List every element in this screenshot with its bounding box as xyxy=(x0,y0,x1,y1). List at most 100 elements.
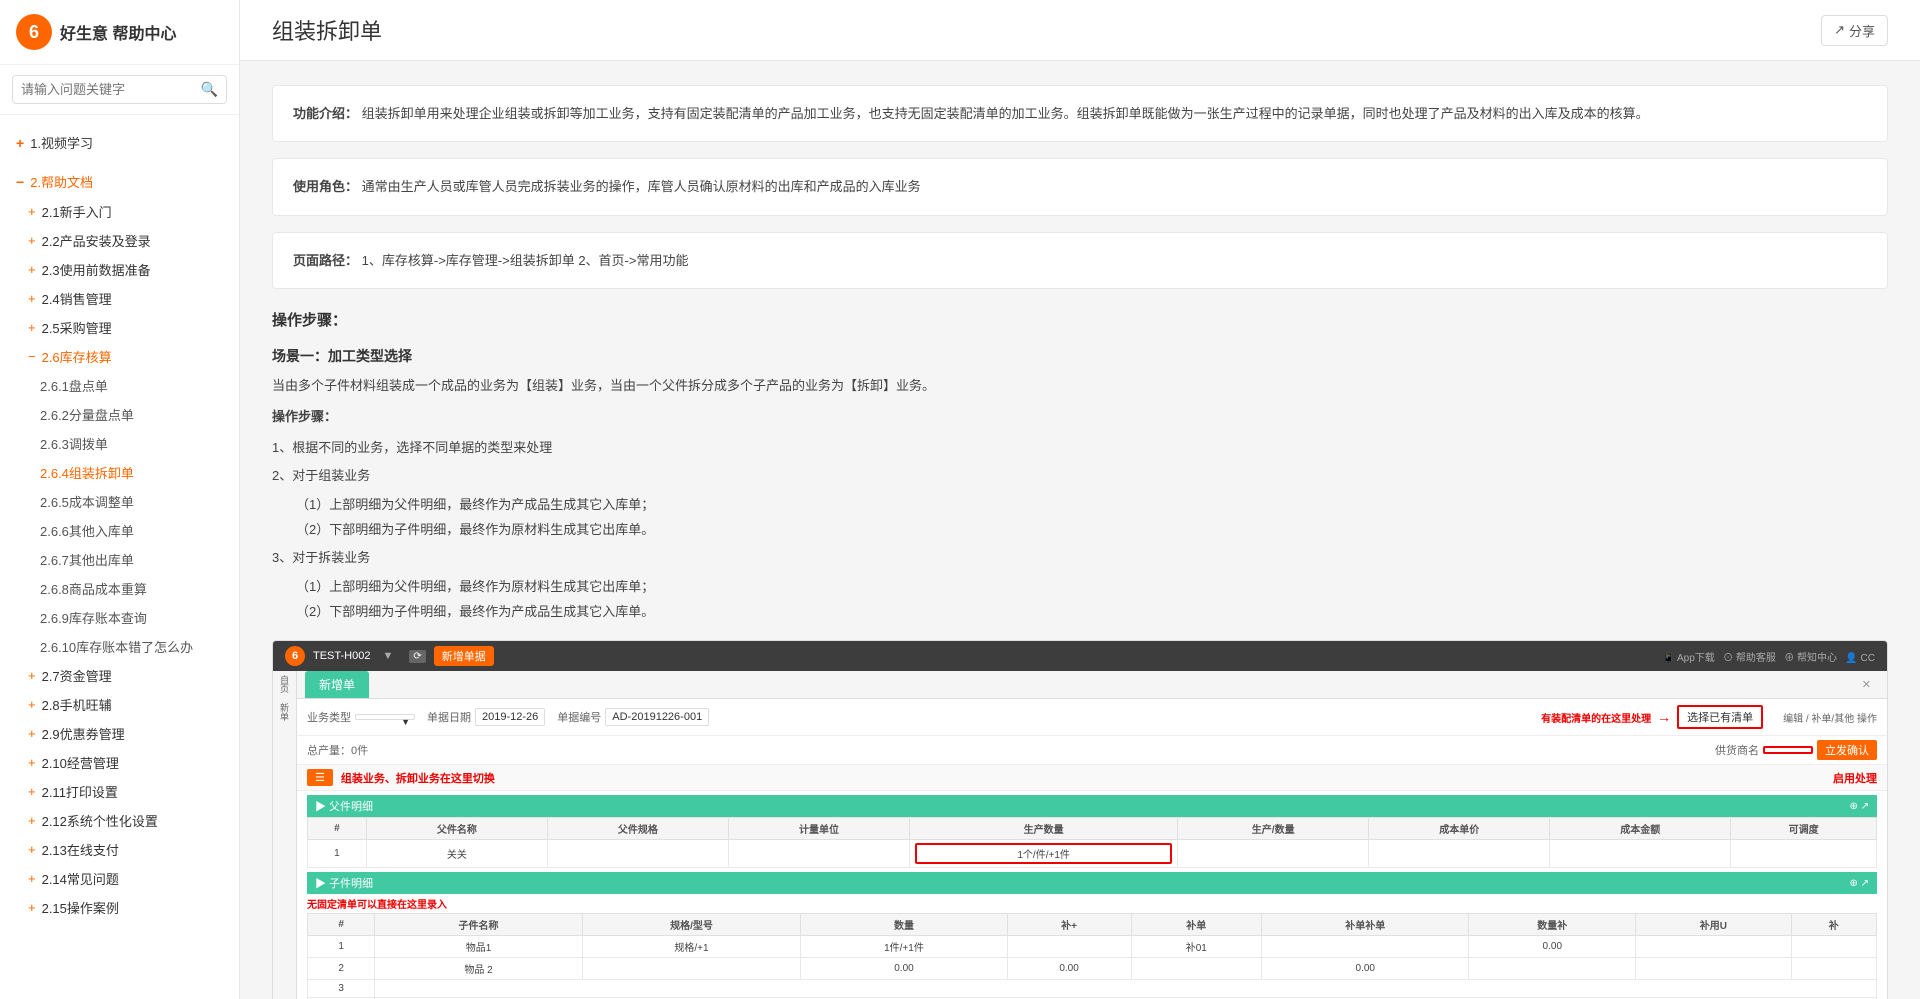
sidebar-leaf-264[interactable]: 2.6.4组装拆卸单 xyxy=(0,458,239,487)
ss-upper-header-icons: ⊕ ↗ xyxy=(1849,801,1869,812)
ss-lcell-name2: 物品 2 xyxy=(375,958,582,980)
ss-new-btn[interactable]: 新增单据 xyxy=(434,646,494,666)
ss-close-btn[interactable]: ✕ xyxy=(1854,674,1879,695)
sidebar-leaf-269[interactable]: 2.6.9库存账本查询 xyxy=(0,603,239,632)
ss-lcol-q4: 补单补单 xyxy=(1262,914,1469,936)
sidebar-item-docs-label: 2.帮助文档 xyxy=(30,172,93,191)
ss-confirm-btn[interactable]: 立发确认 xyxy=(1817,740,1877,760)
ss-lcol-name: 子件名称 xyxy=(375,914,582,936)
ss-col-spec: 父件规格 xyxy=(547,818,728,840)
sidebar-item-video[interactable]: + 1.视频学习 xyxy=(0,127,239,158)
ops-title: 操作步骤： xyxy=(272,309,1888,330)
dropdown-arrow: ▼ xyxy=(401,717,410,727)
ss-lcell-name1: 物品1 xyxy=(375,936,582,958)
ops-steps-title: 操作步骤： xyxy=(272,405,1888,430)
ss-col-num: # xyxy=(308,818,367,840)
ss-ann3-label: 启用处理 xyxy=(1833,770,1877,786)
sidebar-item-docs[interactable]: − 2.帮助文档 xyxy=(0,166,239,197)
ss-date-input[interactable]: 2019-12-26 xyxy=(475,708,545,726)
ss-lower-table: # 子件名称 规格/型号 数量 补+ 补单 补单补单 数量补 补用U 补 xyxy=(307,913,1877,999)
sidebar-leaf-266[interactable]: 2.6.6其他入库单 xyxy=(0,516,239,545)
sidebar-leaf-265[interactable]: 2.6.5成本调整单 xyxy=(0,487,239,516)
ss-col-cost-unit: 成本单价 xyxy=(1369,818,1550,840)
ss-type-input[interactable]: ▼ xyxy=(355,714,415,720)
ss-form-area: 新增单 ✕ 业务类型 ▼ xyxy=(297,671,1887,999)
role-text: 通常由生产人员或库管人员完成拆装业务的操作，库管人员确认原材料的出库和产成品的入… xyxy=(362,179,921,194)
ss-select-btn[interactable]: 选择已有清单 xyxy=(1677,705,1763,729)
sidebar-item-24[interactable]: + 2.4销售管理 xyxy=(0,284,239,313)
ss-cell-num: 1 xyxy=(308,840,367,868)
ss-lower-thead: # 子件名称 规格/型号 数量 补+ 补单 补单补单 数量补 补用U 补 xyxy=(308,914,1877,936)
sidebar-item-27[interactable]: + 2.7资金管理 xyxy=(0,661,239,690)
ss-lower-table-area: ▶ 子件明细 ⊕ ↗ 无固定清单可以直接在这里录入 # 子件名称 xyxy=(297,872,1887,999)
plus-icon-29: + xyxy=(28,726,36,741)
ss-toggle-btn[interactable]: ☰ xyxy=(307,769,333,786)
ss-lcol-num: # xyxy=(308,914,375,936)
sidebar-item-22[interactable]: + 2.2产品安装及登录 xyxy=(0,226,239,255)
ss-lcell-n2: 2 xyxy=(308,958,375,980)
share-button[interactable]: ↗ 分享 xyxy=(1821,15,1888,46)
ss-tab-active[interactable]: 新增单 xyxy=(305,671,369,698)
minus-icon-26: − xyxy=(28,349,36,364)
plus-icon-213: + xyxy=(28,842,36,857)
share-icon: ↗ xyxy=(1834,22,1845,38)
ss-lower-row-1: 1 物品1 规格/+1 1件/+1件 补01 0.00 xyxy=(308,936,1877,958)
sidebar-item-215[interactable]: + 2.15操作案例 xyxy=(0,893,239,922)
ss-upper-header: ▶ 父件明细 ⊕ ↗ xyxy=(307,795,1877,817)
plus-icon-212: + xyxy=(28,813,36,828)
nav-section-1: + 1.视频学习 xyxy=(0,123,239,162)
ss-lcell-q5: 0.00 xyxy=(1469,936,1636,958)
share-label: 分享 xyxy=(1849,21,1875,40)
plus-icon-23: + xyxy=(28,262,36,277)
ss-no-input[interactable]: AD-20191226-001 xyxy=(605,708,709,726)
sidebar-item-29[interactable]: + 2.9优惠券管理 xyxy=(0,719,239,748)
ss-prod-input-box[interactable]: 1个/件/+1件 xyxy=(915,843,1172,864)
sidebar-item-210[interactable]: + 2.10经营管理 xyxy=(0,748,239,777)
ss-upper-thead: # 父件名称 父件规格 计量单位 生产数量 生产/数量 成本单价 成本金额 可调… xyxy=(308,818,1877,840)
ss-cell-name: 关关 xyxy=(366,840,547,868)
search-icon[interactable]: 🔍 xyxy=(201,81,218,98)
search-input[interactable] xyxy=(21,82,201,97)
sidebar-leaf-2610[interactable]: 2.6.10库存账本错了怎么办 xyxy=(0,632,239,661)
nav-tree: + 1.视频学习 − 2.帮助文档 + 2.1新手入门 + 2.2产品安装及登录 xyxy=(0,115,239,999)
ss-field-type: 业务类型 ▼ xyxy=(307,709,415,725)
sidebar-leaf-263[interactable]: 2.6.3调拨单 xyxy=(0,429,239,458)
sidebar-item-video-label: 1.视频学习 xyxy=(30,133,93,152)
ss-supplier-input[interactable] xyxy=(1763,746,1813,754)
ss-col-name: 父件名称 xyxy=(366,818,547,840)
sidebar-item-21[interactable]: + 2.1新手入门 xyxy=(0,197,239,226)
ss-cell-prod-input[interactable]: 1个/件/+1件 xyxy=(910,840,1178,868)
ss-lcell-q26 xyxy=(1636,958,1791,980)
ss-ann4-label: 无固定清单可以直接在这里录入 xyxy=(307,896,447,911)
content-area: 功能介绍： 组装拆卸单用来处理企业组装或拆卸等加工业务，支持有固定装配清单的产品… xyxy=(240,61,1920,999)
ss-lcol-q3: 补单 xyxy=(1131,914,1262,936)
sidebar-leaf-267[interactable]: 2.6.7其他出库单 xyxy=(0,545,239,574)
step-3-2: （2）下部明细为子件明细，最终作为产成品生成其它入库单。 xyxy=(272,600,1888,625)
ss-upper-header-label: ▶ 父件明细 xyxy=(315,798,373,814)
plus-icon-210: + xyxy=(28,755,36,770)
sidebar-leaf-262[interactable]: 2.6.2分量盘点单 xyxy=(0,400,239,429)
plus-icon-215: + xyxy=(28,900,36,915)
sidebar-item-212[interactable]: + 2.12系统个性化设置 xyxy=(0,806,239,835)
plus-icon-25: + xyxy=(28,320,36,335)
sidebar-item-25[interactable]: + 2.5采购管理 xyxy=(0,313,239,342)
ss-lcell-q1: 1件/+1件 xyxy=(801,936,1007,958)
ss-ann1-label: 有装配清单的在这里处理 xyxy=(1541,710,1651,725)
scenario1-desc: 当由多个子件材料组装成一个成品的业务为【组装】业务，当由一个父件拆分成多个子产品… xyxy=(272,374,1888,399)
sidebar-item-28[interactable]: + 2.8手机旺辅 xyxy=(0,690,239,719)
ss-dropdown-icon: ▼ xyxy=(382,650,393,662)
sidebar-leaf-261[interactable]: 2.6.1盘点单 xyxy=(0,371,239,400)
search-box: 🔍 xyxy=(12,75,227,104)
sidebar-item-213[interactable]: + 2.13在线支付 xyxy=(0,835,239,864)
sidebar-item-211[interactable]: + 2.11打印设置 xyxy=(0,777,239,806)
sidebar-item-214[interactable]: + 2.14常见问题 xyxy=(0,864,239,893)
path-label: 页面路径： xyxy=(293,253,358,268)
ss-left-nav: 自页 新单 xyxy=(273,671,297,999)
sidebar-leaf-268[interactable]: 2.6.8商品成本重算 xyxy=(0,574,239,603)
path-text: 1、库存核算->库存管理->组装拆卸单 2、首页->常用功能 xyxy=(362,253,689,268)
ss-refresh-icon: ⟳ xyxy=(409,650,425,663)
sidebar-item-26[interactable]: − 2.6库存核算 xyxy=(0,342,239,371)
ss-lower-row-2: 2 物品 2 0.00 0.00 0.00 xyxy=(308,958,1877,980)
plus-icon-22: + xyxy=(28,233,36,248)
sidebar-item-23[interactable]: + 2.3使用前数据准备 xyxy=(0,255,239,284)
